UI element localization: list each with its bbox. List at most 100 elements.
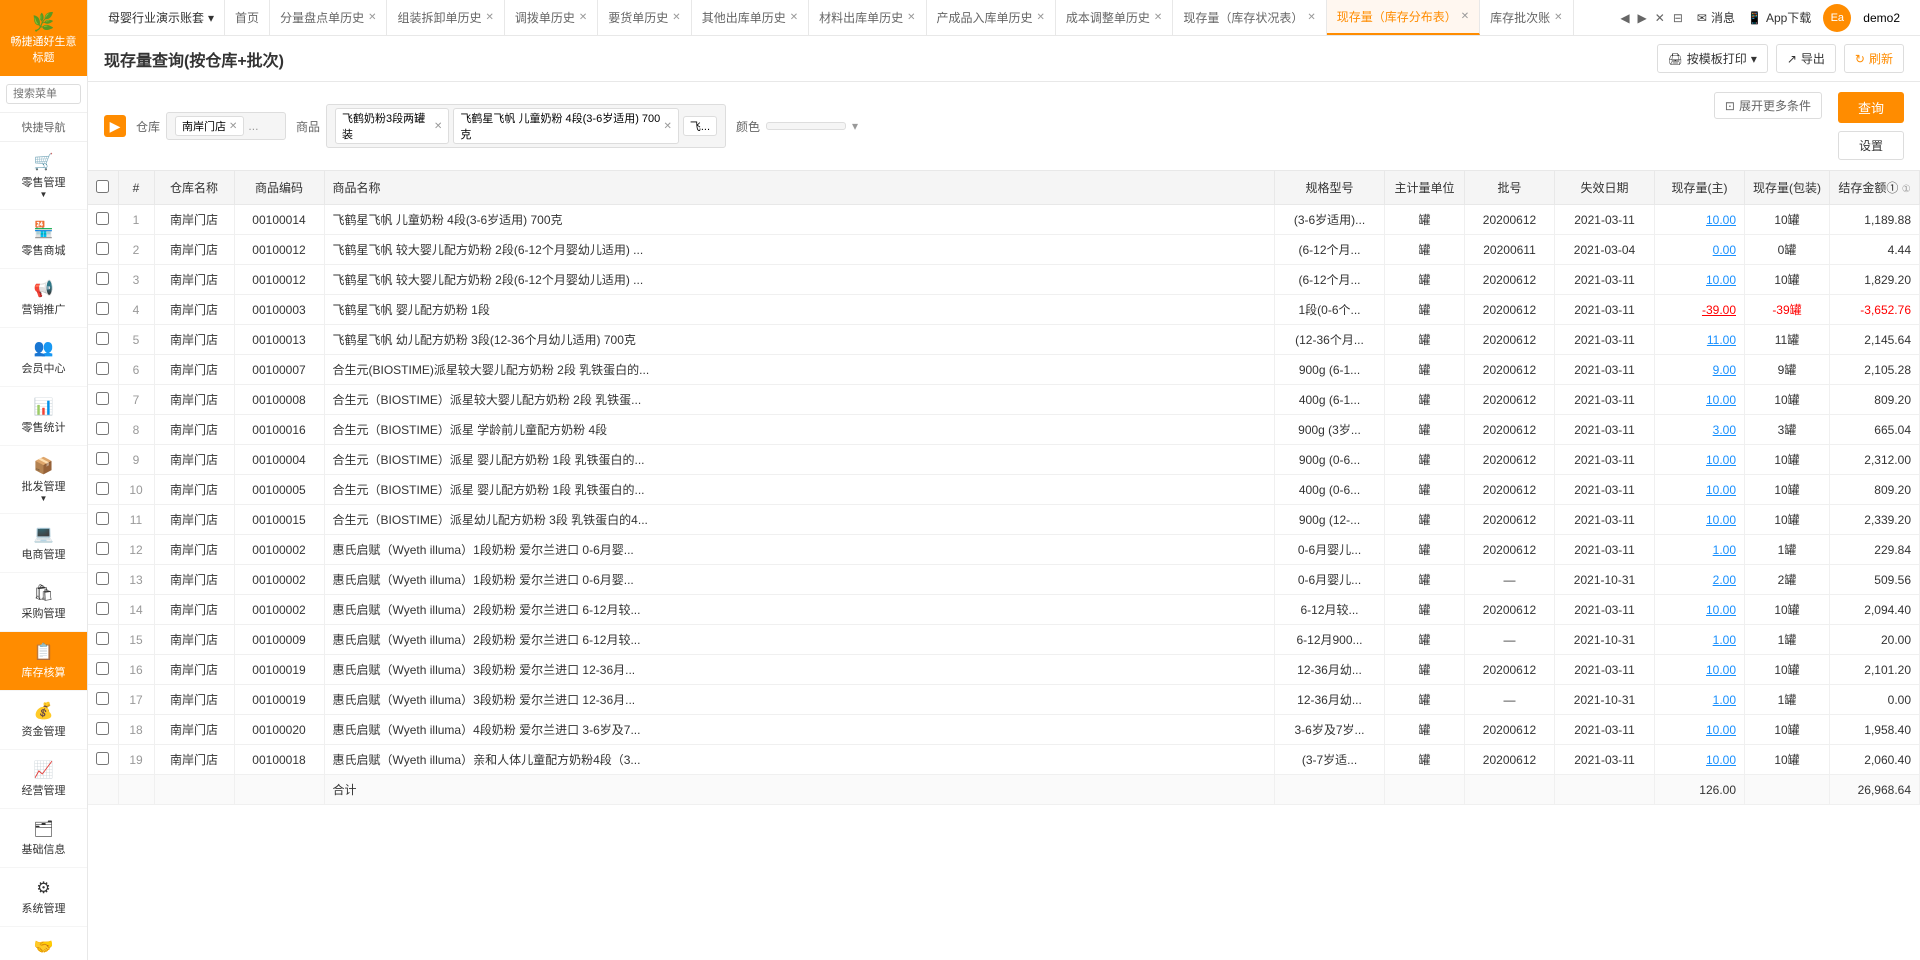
row-stock-main[interactable]: 1.00	[1655, 535, 1745, 565]
search-input[interactable]	[6, 84, 81, 104]
tab-close-disassemble-history[interactable]: ✕	[485, 12, 493, 23]
refresh-button[interactable]: ↻ 刷新	[1844, 44, 1904, 73]
tabs-scroll-right[interactable]: ▶	[1634, 11, 1651, 25]
row-checkbox[interactable]	[88, 355, 118, 385]
warehouse-tags[interactable]: 南岸门店 ✕ ...	[166, 112, 286, 140]
sidebar-item-retail-shop[interactable]: 🏪零售商城	[0, 210, 87, 269]
row-stock-main[interactable]: 10.00	[1655, 445, 1745, 475]
query-button[interactable]: 查询	[1838, 92, 1904, 123]
row-stock-main[interactable]: 10.00	[1655, 655, 1745, 685]
tab-close-batch-ledger[interactable]: ✕	[1554, 12, 1562, 23]
row-stock-main[interactable]: 10.00	[1655, 205, 1745, 235]
template-print-button[interactable]: 🖨 按模板打印 ▾	[1657, 44, 1768, 73]
tab-more-options[interactable]: ⊟	[1669, 11, 1687, 25]
select-all-checkbox[interactable]	[96, 180, 109, 193]
sidebar-item-retail-mgmt[interactable]: 🛒零售管理▼	[0, 142, 87, 210]
sidebar-item-operations[interactable]: 📈经营管理	[0, 750, 87, 809]
row-stock-main[interactable]: 2.00	[1655, 565, 1745, 595]
tab-cost-adjust-history[interactable]: 成本调整单历史✕	[1056, 0, 1173, 35]
row-stock-main[interactable]: 11.00	[1655, 325, 1745, 355]
row-stock-main[interactable]: 10.00	[1655, 385, 1745, 415]
sidebar-item-ecom[interactable]: 💻电商管理	[0, 514, 87, 573]
row-checkbox[interactable]	[88, 655, 118, 685]
tab-close-demand-history[interactable]: ✕	[672, 12, 680, 23]
row-stock-main[interactable]: 0.00	[1655, 235, 1745, 265]
tab-material-out-history[interactable]: 材料出库单历史✕	[809, 0, 926, 35]
tab-close-stock-dist[interactable]: ✕	[1461, 11, 1469, 22]
row-checkbox[interactable]	[88, 745, 118, 775]
product-tags-area[interactable]: 飞鹤奶粉3段两罐装✕飞鹤星飞帆 儿童奶粉 4段(3-6岁适用) 700克✕飞..…	[326, 104, 726, 148]
tab-close-distribute-history[interactable]: ✕	[368, 12, 376, 23]
row-stock-main[interactable]: 9.00	[1655, 355, 1745, 385]
tab-close-other-out-history[interactable]: ✕	[790, 12, 798, 23]
sidebar-item-purchase[interactable]: 🛍采购管理	[0, 573, 87, 632]
user-avatar[interactable]: Ea	[1823, 4, 1851, 32]
row-checkbox[interactable]	[88, 205, 118, 235]
tab-batch-ledger[interactable]: 库存批次账✕	[1480, 0, 1573, 35]
row-checkbox[interactable]	[88, 295, 118, 325]
tab-stock-dist[interactable]: 现存量（库存分布表）✕	[1327, 0, 1480, 35]
row-checkbox[interactable]	[88, 385, 118, 415]
row-checkbox[interactable]	[88, 265, 118, 295]
row-stock-main[interactable]: 10.00	[1655, 265, 1745, 295]
tab-disassemble-history[interactable]: 组装拆卸单历史✕	[387, 0, 504, 35]
tab-close-stock-status[interactable]: ✕	[1307, 12, 1315, 23]
row-checkbox[interactable]	[88, 565, 118, 595]
row-checkbox[interactable]	[88, 445, 118, 475]
row-checkbox[interactable]	[88, 535, 118, 565]
row-stock-main[interactable]: 10.00	[1655, 475, 1745, 505]
tab-other-out-history[interactable]: 其他出库单历史✕	[692, 0, 809, 35]
sidebar-item-wholesale[interactable]: 📦批发管理▼	[0, 446, 87, 514]
row-stock-main[interactable]: 3.00	[1655, 415, 1745, 445]
tab-demand-history[interactable]: 要货单历史✕	[598, 0, 691, 35]
tab-stock-status[interactable]: 现存量（库存状况表）✕	[1173, 0, 1326, 35]
sidebar-item-members[interactable]: 👥会员中心	[0, 328, 87, 387]
row-stock-main[interactable]: 1.00	[1655, 625, 1745, 655]
tab-close-material-out-history[interactable]: ✕	[907, 12, 915, 23]
message-button[interactable]: ✉ 消息	[1697, 9, 1735, 26]
account-dropdown[interactable]: 母婴行业演示账套 ▾	[98, 0, 225, 35]
row-checkbox[interactable]	[88, 595, 118, 625]
sidebar-item-system[interactable]: ⚙系统管理	[0, 868, 87, 927]
row-stock-main[interactable]: 10.00	[1655, 505, 1745, 535]
warehouse-tag-close[interactable]: ✕	[229, 121, 237, 132]
filter-expand-button[interactable]: ▶	[104, 115, 126, 137]
tab-product-in-history[interactable]: 产成品入库单历史✕	[927, 0, 1056, 35]
row-checkbox[interactable]	[88, 415, 118, 445]
expand-conditions-button[interactable]: ⊡ 展开更多条件	[1714, 92, 1822, 119]
product-tag-close[interactable]: ✕	[663, 121, 671, 132]
row-checkbox[interactable]	[88, 715, 118, 745]
color-input[interactable]	[766, 122, 846, 130]
row-checkbox[interactable]	[88, 505, 118, 535]
row-stock-main[interactable]: 10.00	[1655, 745, 1745, 775]
export-button[interactable]: ↗ 导出	[1776, 44, 1836, 73]
row-checkbox[interactable]	[88, 235, 118, 265]
row-checkbox[interactable]	[88, 625, 118, 655]
tab-close-mix-history[interactable]: ✕	[579, 12, 587, 23]
tab-close-current[interactable]: ✕	[1651, 11, 1669, 25]
sidebar-item-marketing[interactable]: 📢营销推广	[0, 269, 87, 328]
row-checkbox[interactable]	[88, 325, 118, 355]
row-stock-main[interactable]: 1.00	[1655, 685, 1745, 715]
tab-close-product-in-history[interactable]: ✕	[1037, 12, 1045, 23]
setting-button[interactable]: 设置	[1838, 131, 1904, 160]
row-checkbox[interactable]	[88, 475, 118, 505]
quick-nav-button[interactable]: 快捷导航	[0, 113, 87, 142]
tab-home[interactable]: 首页	[225, 0, 270, 35]
app-download-button[interactable]: 📱 App下载	[1747, 9, 1811, 26]
row-checkbox[interactable]	[88, 685, 118, 715]
tab-close-cost-adjust-history[interactable]: ✕	[1154, 12, 1162, 23]
sidebar-item-enterprise[interactable]: 🤝企业协同	[0, 927, 87, 960]
tab-distribute-history[interactable]: 分量盘点单历史✕	[270, 0, 387, 35]
row-stock-main[interactable]: -39.00	[1655, 295, 1745, 325]
row-stock-main[interactable]: 10.00	[1655, 595, 1745, 625]
sidebar-item-retail-stats[interactable]: 📊零售统计	[0, 387, 87, 446]
tab-mix-history[interactable]: 调拨单历史✕	[505, 0, 598, 35]
sidebar-item-basics[interactable]: 🗂基础信息	[0, 809, 87, 868]
sidebar-item-finance[interactable]: 💰资金管理	[0, 691, 87, 750]
warehouse-more[interactable]: ...	[248, 119, 258, 133]
tabs-scroll-left[interactable]: ◀	[1616, 11, 1633, 25]
product-tag-close[interactable]: ✕	[434, 121, 442, 132]
sidebar-item-inventory[interactable]: 📋库存核算	[0, 632, 87, 691]
row-stock-main[interactable]: 10.00	[1655, 715, 1745, 745]
